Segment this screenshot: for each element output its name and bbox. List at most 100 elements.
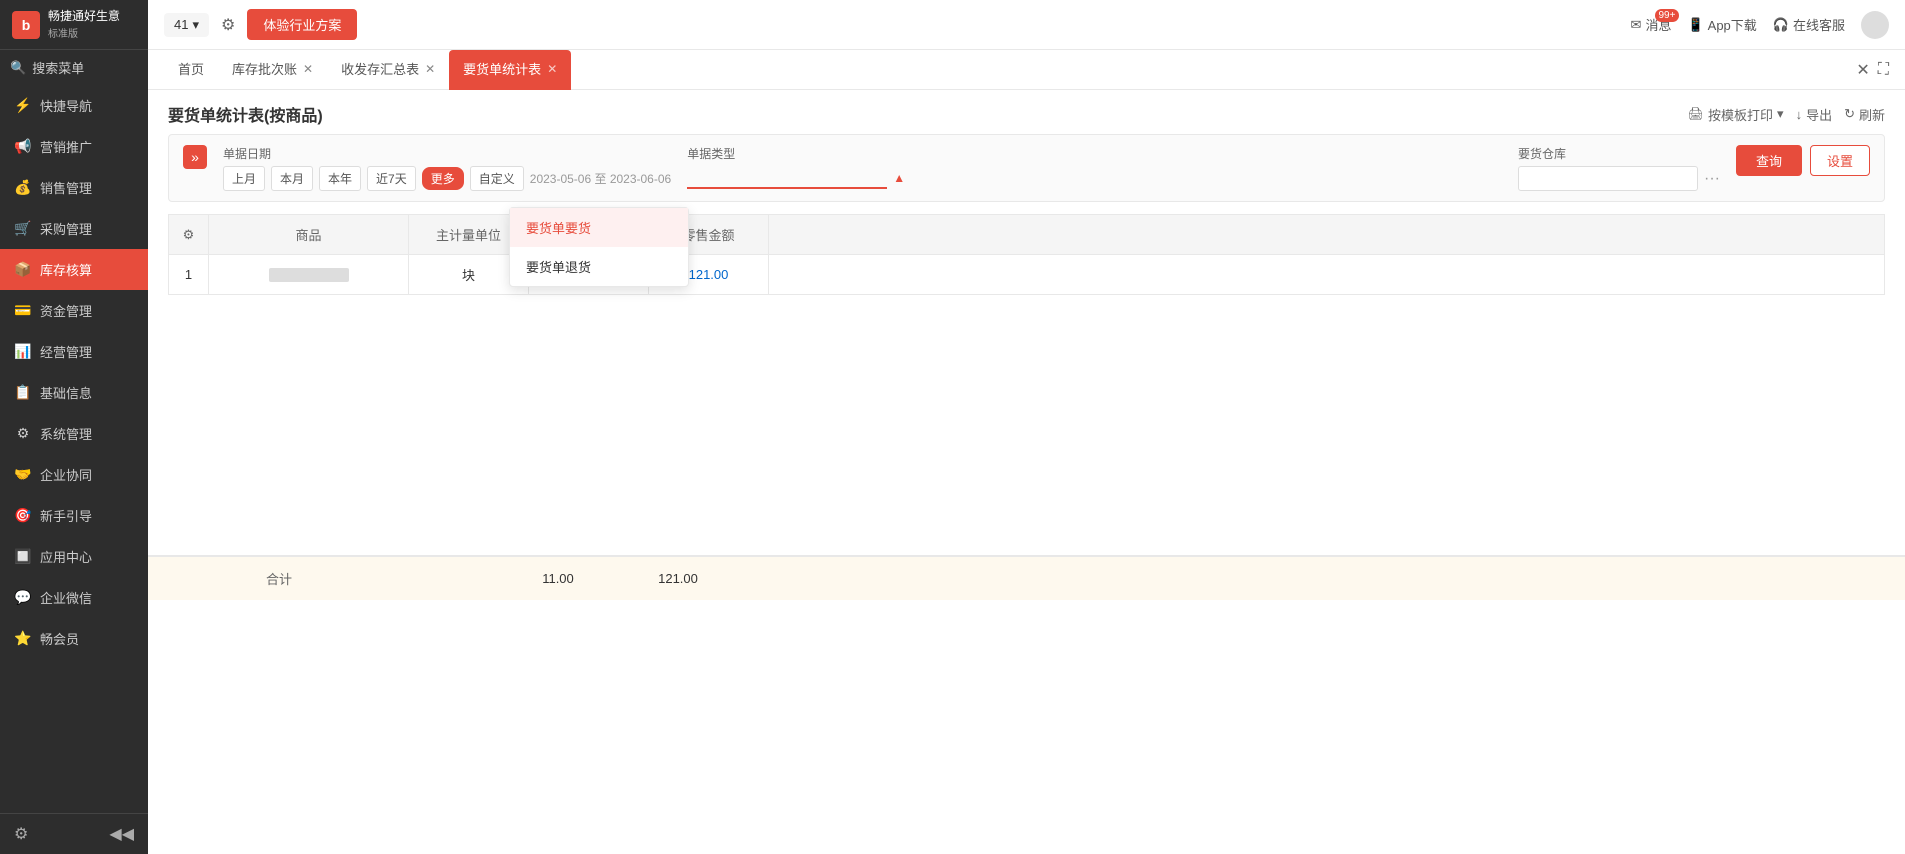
logo-sub: 标准版 xyxy=(48,25,120,40)
export-btn[interactable]: ↓ 导出 xyxy=(1796,105,1833,124)
store-selector[interactable]: 41 ▾ xyxy=(164,13,209,37)
warehouse-more-btn[interactable]: ··· xyxy=(1704,170,1720,188)
type-input-row: ▲ xyxy=(687,166,1502,189)
enterprise-label: 企业协同 xyxy=(40,465,92,484)
filter-settings-btn[interactable]: 设置 xyxy=(1810,145,1870,176)
total-amount: 121.00 xyxy=(618,571,738,586)
messages-btn[interactable]: ✉ 消息 99+ xyxy=(1631,15,1672,34)
tabs-actions: ✕ ⛶ xyxy=(1856,60,1889,80)
expand-tabs-btn[interactable]: ⛶ xyxy=(1878,61,1889,79)
guide-label: 新手引导 xyxy=(40,506,92,525)
refresh-btn[interactable]: ↻ 刷新 xyxy=(1844,105,1885,124)
sidebar-item-operations[interactable]: 📊 经营管理 xyxy=(0,331,148,372)
operations-label: 经营管理 xyxy=(40,342,92,361)
filter-toggle-btn[interactable]: » xyxy=(183,145,207,169)
table-wrapper: ⚙ 商品 主计量单位 主数量 零售金额 1 xyxy=(148,214,1905,295)
wechat-icon: 💬 xyxy=(14,589,32,606)
table-settings-icon[interactable]: ⚙ xyxy=(183,227,195,242)
sidebar: b 畅捷通好生意 标准版 🔍 搜索菜单 ⚡ 快捷导航 📢 营销推广 💰 销售管理… xyxy=(0,0,148,854)
type-filter-group: 单据类型 ▲ xyxy=(687,145,1502,189)
settings-footer-icon[interactable]: ⚙ xyxy=(14,824,28,844)
export-icon: ↓ xyxy=(1796,107,1803,122)
tab-order-stats-label: 要货单统计表 xyxy=(463,59,541,78)
sales-icon: 💰 xyxy=(14,179,32,196)
warehouse-filter-group: 要货仓库 ··· xyxy=(1518,145,1720,191)
tab-home[interactable]: 首页 xyxy=(164,50,218,90)
filter-toggle-icon: » xyxy=(191,149,199,165)
date-filter-group: 单据日期 上月 本月 本年 近7天 更多 自定义 2023-05-06 至 20… xyxy=(223,145,671,191)
sidebar-item-wechat[interactable]: 💬 企业微信 xyxy=(0,577,148,618)
table-footer: 合计 11.00 121.00 xyxy=(148,555,1905,600)
online-service-label: 在线客服 xyxy=(1793,15,1845,34)
store-number: 41 xyxy=(174,17,188,32)
sidebar-item-basic[interactable]: 📋 基础信息 xyxy=(0,372,148,413)
topbar-gear-btn[interactable]: ⚙ xyxy=(221,15,235,35)
appstore-icon: 🔲 xyxy=(14,548,32,565)
date-btn-this-year[interactable]: 本年 xyxy=(319,166,361,191)
table-row: 1 块 11.00 121.00 xyxy=(169,255,1885,295)
service-icon: 🎧 xyxy=(1773,17,1789,33)
sidebar-item-quick-nav[interactable]: ⚡ 快捷导航 xyxy=(0,85,148,126)
sidebar-item-vip[interactable]: ⭐ 畅会员 xyxy=(0,618,148,659)
query-btn[interactable]: 查询 xyxy=(1736,145,1802,176)
print-btn[interactable]: 🖨 按模板打印 ▾ xyxy=(1688,105,1784,124)
col-extra-header xyxy=(769,215,1885,255)
inventory-label: 库存核算 xyxy=(40,260,92,279)
col-product-header: 商品 xyxy=(209,215,409,255)
tab-home-label: 首页 xyxy=(178,59,204,78)
row-extra xyxy=(769,255,1885,295)
dropdown-item-1[interactable]: 要货单退货 xyxy=(510,247,688,286)
tab-order-stats-close[interactable]: ✕ xyxy=(547,62,557,76)
sidebar-item-appstore[interactable]: 🔲 应用中心 xyxy=(0,536,148,577)
dropdown-item-0[interactable]: 要货单要货 xyxy=(510,208,688,247)
app-logo: b 畅捷通好生意 标准版 xyxy=(0,0,148,50)
sidebar-item-inventory[interactable]: 📦 库存核算 xyxy=(0,249,148,290)
basic-icon: 📋 xyxy=(14,384,32,401)
sidebar-item-finance[interactable]: 💳 资金管理 xyxy=(0,290,148,331)
tab-receive-summary[interactable]: 收发存汇总表 ✕ xyxy=(327,50,449,90)
app-download-btn[interactable]: 📱 App下载 xyxy=(1687,15,1756,34)
guide-icon: 🎯 xyxy=(14,507,32,524)
date-btn-custom[interactable]: 自定义 xyxy=(470,166,524,191)
date-btn-7days[interactable]: 近7天 xyxy=(367,166,416,191)
close-all-tabs-btn[interactable]: ✕ xyxy=(1856,60,1869,80)
tab-inventory-batch-close[interactable]: ✕ xyxy=(303,62,313,76)
table-body: 1 块 11.00 121.00 xyxy=(169,255,1885,295)
online-service-btn[interactable]: 🎧 在线客服 xyxy=(1773,15,1845,34)
refresh-label: 刷新 xyxy=(1859,105,1885,124)
type-filter-input[interactable] xyxy=(687,166,887,189)
messages-badge: 99+ xyxy=(1655,9,1680,22)
sidebar-item-marketing[interactable]: 📢 营销推广 xyxy=(0,126,148,167)
sidebar-item-sales[interactable]: 💰 销售管理 xyxy=(0,167,148,208)
user-avatar[interactable] xyxy=(1861,11,1889,39)
sidebar-nav: ⚡ 快捷导航 📢 营销推广 💰 销售管理 🛒 采购管理 📦 库存核算 💳 资金管… xyxy=(0,85,148,813)
sidebar-item-guide[interactable]: 🎯 新手引导 xyxy=(0,495,148,536)
sidebar-item-system[interactable]: ⚙ 系统管理 xyxy=(0,413,148,454)
warehouse-filter-input[interactable] xyxy=(1518,166,1698,191)
col-settings-header[interactable]: ⚙ xyxy=(169,215,209,255)
type-dropdown-caret[interactable]: ▲ xyxy=(893,171,905,185)
data-table: ⚙ 商品 主计量单位 主数量 零售金额 1 xyxy=(168,214,1885,295)
appstore-label: 应用中心 xyxy=(40,547,92,566)
sidebar-item-enterprise[interactable]: 🤝 企业协同 xyxy=(0,454,148,495)
search-menu[interactable]: 🔍 搜索菜单 xyxy=(0,50,148,85)
date-btn-this-month[interactable]: 本月 xyxy=(271,166,313,191)
trial-btn[interactable]: 体验行业方案 xyxy=(247,9,357,40)
system-icon: ⚙ xyxy=(14,425,32,442)
print-dropdown-icon: ▾ xyxy=(1777,106,1784,122)
date-btn-more[interactable]: 更多 xyxy=(422,167,464,190)
date-btn-last-month[interactable]: 上月 xyxy=(223,166,265,191)
tab-inventory-batch[interactable]: 库存批次账 ✕ xyxy=(218,50,327,90)
quick-nav-label: 快捷导航 xyxy=(40,96,92,115)
sidebar-item-purchase[interactable]: 🛒 采购管理 xyxy=(0,208,148,249)
collapse-sidebar-btn[interactable]: ◀◀ xyxy=(109,824,134,844)
inventory-icon: 📦 xyxy=(14,261,32,278)
tab-order-stats[interactable]: 要货单统计表 ✕ xyxy=(449,50,571,90)
export-label: 导出 xyxy=(1806,105,1832,124)
tab-receive-summary-close[interactable]: ✕ xyxy=(425,62,435,76)
tab-inventory-batch-label: 库存批次账 xyxy=(232,59,297,78)
page-header: 要货单统计表(按商品) 🖨 按模板打印 ▾ ↓ 导出 ↻ 刷新 xyxy=(148,90,1905,134)
quick-nav-icon: ⚡ xyxy=(14,97,32,114)
page-title: 要货单统计表(按商品) xyxy=(168,102,323,126)
logo-icon: b xyxy=(12,11,40,39)
